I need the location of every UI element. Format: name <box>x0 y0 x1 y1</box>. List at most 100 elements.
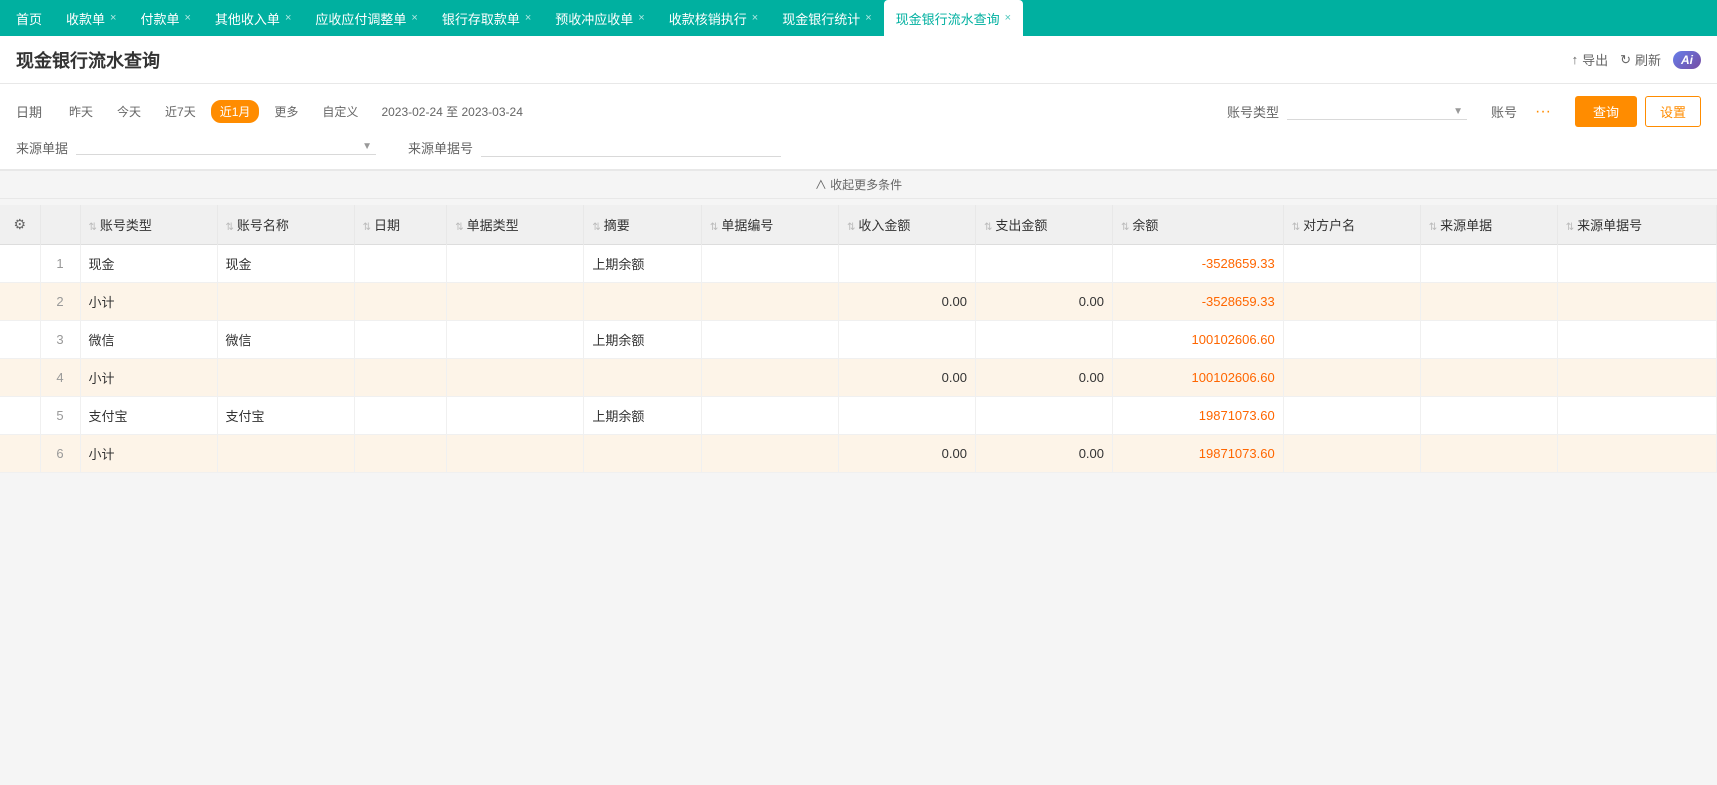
refresh-button[interactable]: ↻ 刷新 <box>1620 50 1661 69</box>
td-source-doc <box>1420 397 1557 435</box>
td-date <box>354 359 447 397</box>
filter-row-1: 日期 昨天 今天 近7天 近1月 更多 自定义 2023-02-24 至 202… <box>16 96 1701 127</box>
td-source-doc-no <box>1557 435 1716 473</box>
th-expense[interactable]: ⇅支出金额 <box>975 205 1112 245</box>
refresh-icon: ↻ <box>1620 52 1631 68</box>
filter-area: 日期 昨天 今天 近7天 近1月 更多 自定义 2023-02-24 至 202… <box>0 84 1717 170</box>
close-receipt-icon[interactable]: × <box>110 12 116 24</box>
nav-adjust[interactable]: 应收应付调整单 × <box>303 0 429 36</box>
td-doc-type <box>447 359 584 397</box>
td-date <box>354 321 447 359</box>
th-source-doc-no[interactable]: ⇅来源单据号 <box>1557 205 1716 245</box>
date-options: 昨天 今天 近7天 近1月 更多 自定义 <box>60 100 367 123</box>
sort-doc-type-icon: ⇅ <box>455 222 463 233</box>
td-account-type: 微信 <box>80 321 217 359</box>
th-balance[interactable]: ⇅余额 <box>1113 205 1284 245</box>
td-doc-type <box>447 283 584 321</box>
th-source-doc[interactable]: ⇅来源单据 <box>1420 205 1557 245</box>
date-btn-custom[interactable]: 自定义 <box>313 100 367 123</box>
nav-stats[interactable]: 现金银行统计 × <box>770 0 883 36</box>
gear-icon[interactable]: ⚙ <box>13 216 26 233</box>
nav-collect[interactable]: 收款核销执行 × <box>657 0 770 36</box>
date-btn-1month[interactable]: 近1月 <box>211 100 260 123</box>
td-expense: 0.00 <box>975 283 1112 321</box>
th-account-type[interactable]: ⇅账号类型 <box>80 205 217 245</box>
account-type-select[interactable]: ▼ <box>1287 104 1467 120</box>
source-doc-select[interactable]: ▼ <box>76 139 376 155</box>
account-type-arrow-icon: ▼ <box>1453 106 1463 117</box>
th-counterparty[interactable]: ⇅对方户名 <box>1283 205 1420 245</box>
th-row-num <box>40 205 80 245</box>
th-income[interactable]: ⇅收入金额 <box>838 205 975 245</box>
account-more-button[interactable]: ··· <box>1535 103 1551 121</box>
nav-other-income[interactable]: 其他收入单 × <box>203 0 303 36</box>
td-doc-no <box>701 435 838 473</box>
export-button[interactable]: ↑ 导出 <box>1572 50 1609 69</box>
date-btn-7days[interactable]: 近7天 <box>156 100 205 123</box>
nav-prepay[interactable]: 预收冲应收单 × <box>543 0 656 36</box>
td-counterparty <box>1283 283 1420 321</box>
date-btn-more[interactable]: 更多 <box>265 100 307 123</box>
close-collect-icon[interactable]: × <box>752 12 758 24</box>
source-doc-num-label: 来源单据号 <box>408 138 473 157</box>
th-gear[interactable]: ⚙ <box>0 205 40 245</box>
th-doc-no[interactable]: ⇅单据编号 <box>701 205 838 245</box>
td-source-doc-no <box>1557 245 1716 283</box>
source-doc-num-group: 来源单据号 <box>408 137 781 157</box>
td-income <box>838 245 975 283</box>
close-payment-icon[interactable]: × <box>184 12 190 24</box>
nav-cashflow[interactable]: 现金银行流水查询 × <box>884 0 1023 36</box>
sort-counterparty-icon: ⇅ <box>1292 222 1300 233</box>
close-adjust-icon[interactable]: × <box>411 12 417 24</box>
close-bank-deposit-icon[interactable]: × <box>525 12 531 24</box>
td-account-name <box>217 435 354 473</box>
close-cashflow-icon[interactable]: × <box>1005 12 1011 24</box>
ai-button[interactable]: Ai <box>1673 51 1701 69</box>
td-account-name: 微信 <box>217 321 354 359</box>
td-account-name: 支付宝 <box>217 397 354 435</box>
close-stats-icon[interactable]: × <box>865 12 871 24</box>
table-row: 1现金现金上期余额-3528659.33 <box>0 245 1717 283</box>
table-row: 3微信微信上期余额100102606.60 <box>0 321 1717 359</box>
th-account-name[interactable]: ⇅账号名称 <box>217 205 354 245</box>
source-doc-group: 来源单据 ▼ <box>16 138 376 157</box>
th-doc-type[interactable]: ⇅单据类型 <box>447 205 584 245</box>
td-balance: 100102606.60 <box>1113 321 1284 359</box>
close-prepay-icon[interactable]: × <box>638 12 644 24</box>
account-type-group: 账号类型 ▼ <box>1227 102 1467 121</box>
date-label: 日期 <box>16 102 52 121</box>
sort-source-doc-no-icon: ⇅ <box>1566 222 1574 233</box>
close-other-income-icon[interactable]: × <box>285 12 291 24</box>
nav-payment[interactable]: 付款单 × <box>128 0 202 36</box>
settings-button[interactable]: 设置 <box>1645 96 1701 127</box>
td-counterparty <box>1283 435 1420 473</box>
date-btn-today[interactable]: 今天 <box>108 100 150 123</box>
sort-balance-icon: ⇅ <box>1121 222 1129 233</box>
td-date <box>354 283 447 321</box>
nav-bank-deposit[interactable]: 银行存取款单 × <box>430 0 543 36</box>
collapse-bar[interactable]: ∧ 收起更多条件 <box>0 170 1717 199</box>
td-account-type: 现金 <box>80 245 217 283</box>
td-account-name <box>217 359 354 397</box>
td-balance: 100102606.60 <box>1113 359 1284 397</box>
td-balance: 19871073.60 <box>1113 435 1284 473</box>
date-btn-yesterday[interactable]: 昨天 <box>60 100 102 123</box>
td-counterparty <box>1283 321 1420 359</box>
td-source-doc <box>1420 321 1557 359</box>
th-summary[interactable]: ⇅摘要 <box>584 205 702 245</box>
source-doc-arrow-icon: ▼ <box>362 141 372 152</box>
td-doc-no <box>701 321 838 359</box>
td-doc-type <box>447 435 584 473</box>
query-button[interactable]: 查询 <box>1575 96 1637 127</box>
sort-expense-icon: ⇅ <box>984 222 992 233</box>
td-doc-no <box>701 245 838 283</box>
td-row-num: 6 <box>40 435 80 473</box>
nav-home[interactable]: 首页 <box>4 0 54 36</box>
td-source-doc-no <box>1557 321 1716 359</box>
th-date[interactable]: ⇅日期 <box>354 205 447 245</box>
nav-receipt[interactable]: 收款单 × <box>54 0 128 36</box>
source-doc-num-input[interactable] <box>481 137 781 157</box>
td-summary <box>584 435 702 473</box>
td-expense: 0.00 <box>975 435 1112 473</box>
filter-row-2: 来源单据 ▼ 来源单据号 <box>16 137 1701 157</box>
